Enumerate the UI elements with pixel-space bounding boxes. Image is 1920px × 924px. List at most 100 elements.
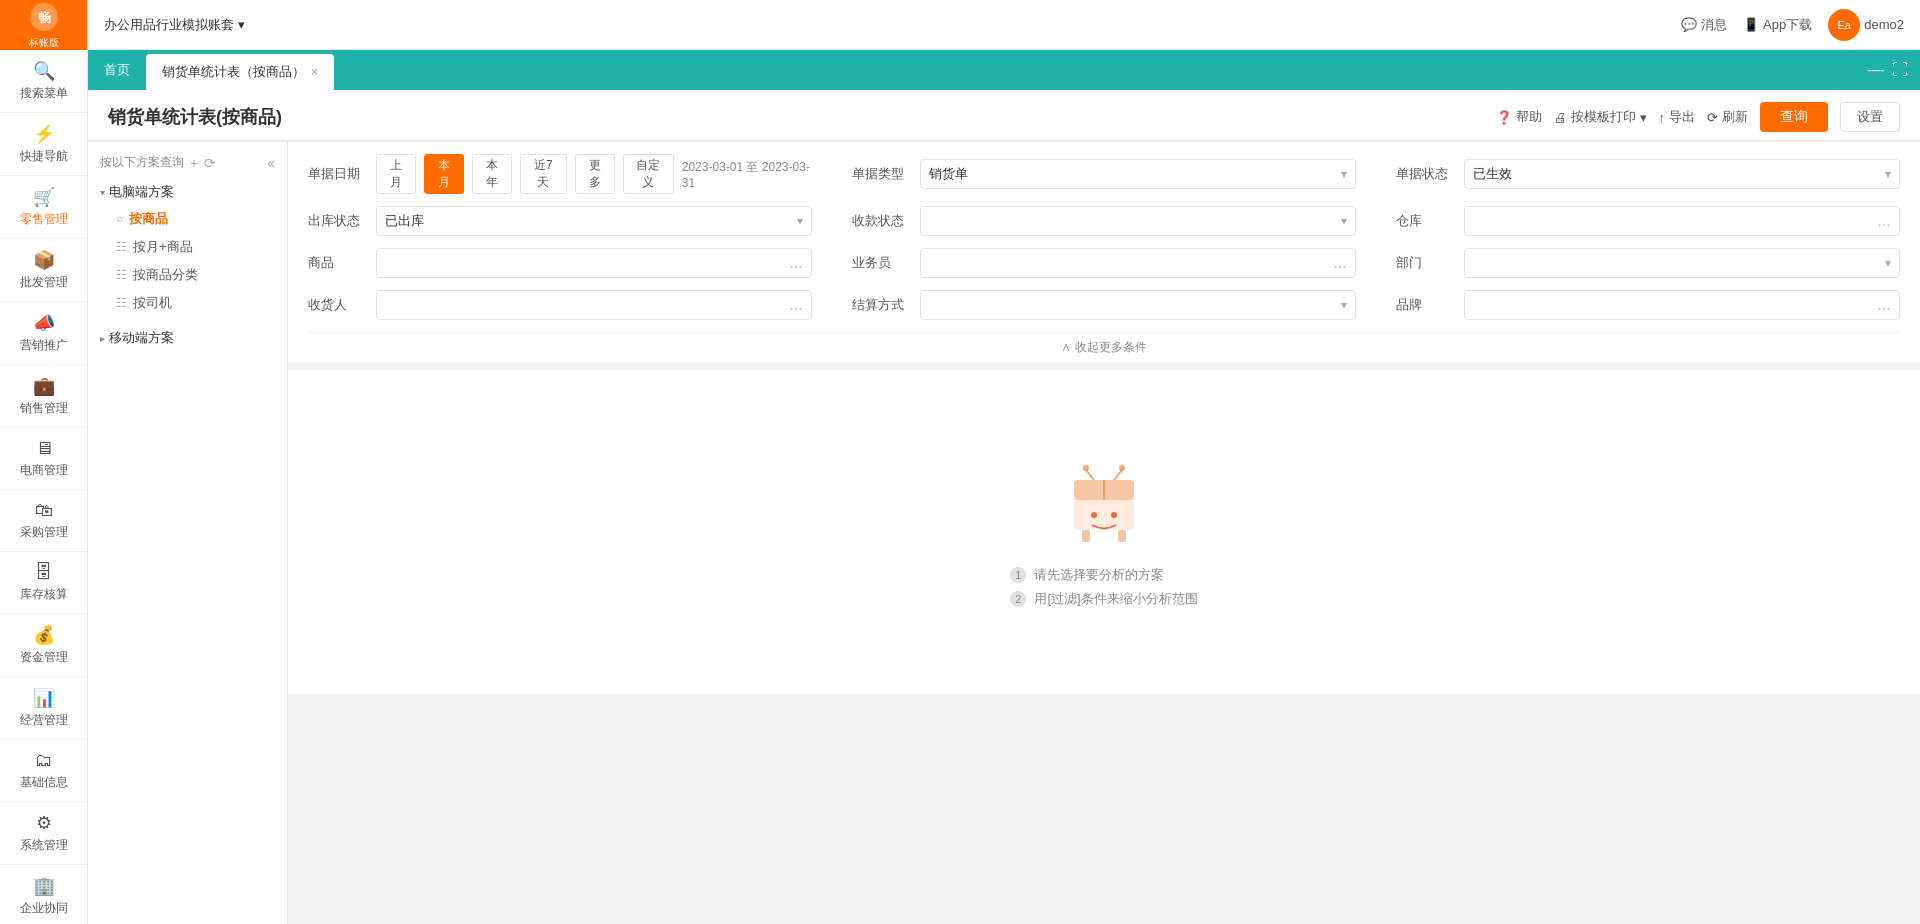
collapse-more-button[interactable]: ∧ 收起更多条件 (308, 332, 1900, 362)
template-print-button[interactable]: 🖨 按模板打印 ▾ (1554, 108, 1647, 126)
refresh-button[interactable]: ⟳ 刷新 (1707, 108, 1748, 126)
date-btn-this-year[interactable]: 本年 (472, 154, 512, 194)
date-btn-this-month[interactable]: 本月 (424, 154, 464, 194)
out-status-dropdown-icon[interactable]: ▾ (797, 214, 803, 228)
export-icon: ↑ (1659, 110, 1666, 125)
collapse-scheme-icon[interactable]: « (267, 155, 275, 171)
settle-input[interactable] (929, 298, 1341, 313)
product-input[interactable] (385, 256, 789, 271)
sidebar-item-basic[interactable]: 🗂 基础信息 (0, 740, 87, 802)
scheme-group-mobile-title[interactable]: ▸ 移动端方案 (88, 325, 287, 351)
scheme-item-by-product[interactable]: ○ 按商品 (88, 205, 287, 233)
sidebar-item-sales[interactable]: 💼 销售管理 (0, 365, 87, 428)
date-btn-more[interactable]: 更多 (575, 154, 615, 194)
payment-status-input[interactable] (929, 214, 1341, 229)
staff-more-icon[interactable]: … (1333, 255, 1347, 271)
date-btn-custom[interactable]: 自定义 (623, 154, 674, 194)
doc-status-control[interactable]: ▾ (1464, 159, 1900, 189)
sidebar-item-inventory[interactable]: 🗄 库存核算 (0, 552, 87, 614)
department-control[interactable]: ▾ (1464, 248, 1900, 278)
empty-hint-2-label: 用[过滤]条件来缩小分析范围 (1034, 590, 1197, 608)
sidebar-item-system[interactable]: ⚙ 系统管理 (0, 802, 87, 865)
warehouse-more-icon[interactable]: … (1877, 213, 1891, 229)
download-icon: 📱 (1743, 17, 1759, 32)
doc-type-control[interactable]: ▾ (920, 159, 1356, 189)
empty-illustration (1044, 450, 1164, 550)
out-status-input[interactable] (385, 214, 797, 229)
fullscreen-tab-icon[interactable]: ⛶ (1892, 61, 1908, 79)
minimize-tab-icon[interactable]: — (1868, 61, 1884, 79)
brand-more-icon[interactable]: … (1877, 297, 1891, 313)
out-status-control[interactable]: ▾ (376, 206, 812, 236)
doc-type-dropdown-icon[interactable]: ▾ (1341, 167, 1347, 181)
tab-close-icon[interactable]: × (311, 65, 318, 79)
receiver-control[interactable]: … (376, 290, 812, 320)
app-selector[interactable]: 办公用品行业模拟账套 ▾ (104, 16, 245, 34)
scheme-group-pc-title[interactable]: ▾ 电脑端方案 (88, 179, 287, 205)
date-range: 2023-03-01 至 2023-03-31 (682, 159, 812, 190)
scheme-item-by-month-product[interactable]: ☷ 按月+商品 (88, 233, 287, 261)
sidebar-item-enterprise[interactable]: 🏢 企业协同 (0, 865, 87, 924)
svg-line-9 (1086, 470, 1094, 480)
department-dropdown-icon[interactable]: ▾ (1885, 256, 1891, 270)
settings-button[interactable]: 设置 (1840, 102, 1900, 132)
sidebar-item-retail[interactable]: 🛒 零售管理 (0, 176, 87, 239)
empty-hint-1-label: 请先选择要分析的方案 (1034, 566, 1164, 584)
payment-status-control[interactable]: ▾ (920, 206, 1356, 236)
enterprise-icon: 🏢 (33, 875, 55, 897)
doc-status-dropdown-icon[interactable]: ▾ (1885, 167, 1891, 181)
filter-cell-date: 单据日期 上月 本月 本年 近7天 更多 自定义 2023-03-01 至 20… (308, 154, 812, 194)
product-control[interactable]: … (376, 248, 812, 278)
warehouse-control[interactable]: … (1464, 206, 1900, 236)
sidebar-item-ecommerce[interactable]: 🖥 电商管理 (0, 428, 87, 490)
settle-dropdown-icon[interactable]: ▾ (1341, 298, 1347, 312)
staff-control[interactable]: … (920, 248, 1356, 278)
app-download-button[interactable]: 📱 App下载 (1743, 16, 1812, 34)
brand-input[interactable] (1473, 298, 1877, 313)
user-name: demo2 (1864, 17, 1904, 32)
scheme-item-by-cashier[interactable]: ☷ 按司机 (88, 289, 287, 317)
sidebar-item-quicknav[interactable]: ⚡ 快捷导航 (0, 113, 87, 176)
filter-cell-department: 部门 ▾ (1396, 248, 1900, 278)
receiver-more-icon[interactable]: … (789, 297, 803, 313)
page-title: 销货单统计表(按商品) (108, 105, 1496, 129)
tab-home[interactable]: 首页 (88, 50, 146, 90)
sidebar-item-operations[interactable]: 📊 经营管理 (0, 677, 87, 740)
export-button[interactable]: ↑ 导出 (1659, 108, 1696, 126)
date-btn-7days[interactable]: 近7天 (520, 154, 566, 194)
warehouse-input[interactable] (1473, 214, 1877, 229)
filter-cell-doc-type: 单据类型 ▾ (852, 159, 1356, 189)
receiver-input[interactable] (385, 298, 789, 313)
scheme-group-pc: ▾ 电脑端方案 ○ 按商品 ☷ 按月+商品 ☷ (88, 175, 287, 321)
sidebar-item-finance[interactable]: 💰 资金管理 (0, 614, 87, 677)
message-button[interactable]: 💬 消息 (1681, 16, 1727, 34)
by-category-label: 按商品分类 (133, 266, 198, 284)
scheme-item-by-category[interactable]: ☷ 按商品分类 (88, 261, 287, 289)
help-button[interactable]: ❓ 帮助 (1496, 108, 1542, 126)
query-button[interactable]: 查询 (1760, 102, 1828, 132)
sidebar-item-wholesale[interactable]: 📦 批发管理 (0, 239, 87, 302)
filter-cell-staff: 业务员 … (852, 248, 1356, 278)
by-product-icon: ○ (116, 212, 123, 226)
add-scheme-icon[interactable]: + (190, 155, 198, 171)
finance-icon: 💰 (33, 624, 55, 646)
doc-type-input[interactable] (929, 167, 1341, 182)
doc-status-input[interactable] (1473, 167, 1885, 182)
brand-control[interactable]: … (1464, 290, 1900, 320)
payment-status-label: 收款状态 (852, 212, 912, 230)
topbar-actions: 💬 消息 📱 App下载 Ea demo2 (1681, 9, 1904, 41)
product-more-icon[interactable]: … (789, 255, 803, 271)
sidebar-item-marketing[interactable]: 📣 营销推广 (0, 302, 87, 365)
sidebar-item-search[interactable]: 🔍 搜索菜单 (0, 50, 87, 113)
sidebar-item-purchase[interactable]: 🛍 采购管理 (0, 490, 87, 552)
department-input[interactable] (1473, 256, 1885, 271)
date-btn-last-month[interactable]: 上月 (376, 154, 416, 194)
refresh-scheme-icon[interactable]: ⟳ (204, 155, 216, 171)
mobile-group-toggle: ▸ (100, 333, 105, 344)
settle-label: 结算方式 (852, 296, 912, 314)
staff-input[interactable] (929, 256, 1333, 271)
settle-control[interactable]: ▾ (920, 290, 1356, 320)
user-menu[interactable]: Ea demo2 (1828, 9, 1904, 41)
tab-report[interactable]: 销货单统计表（按商品） × (146, 54, 334, 90)
payment-status-dropdown-icon[interactable]: ▾ (1341, 214, 1347, 228)
